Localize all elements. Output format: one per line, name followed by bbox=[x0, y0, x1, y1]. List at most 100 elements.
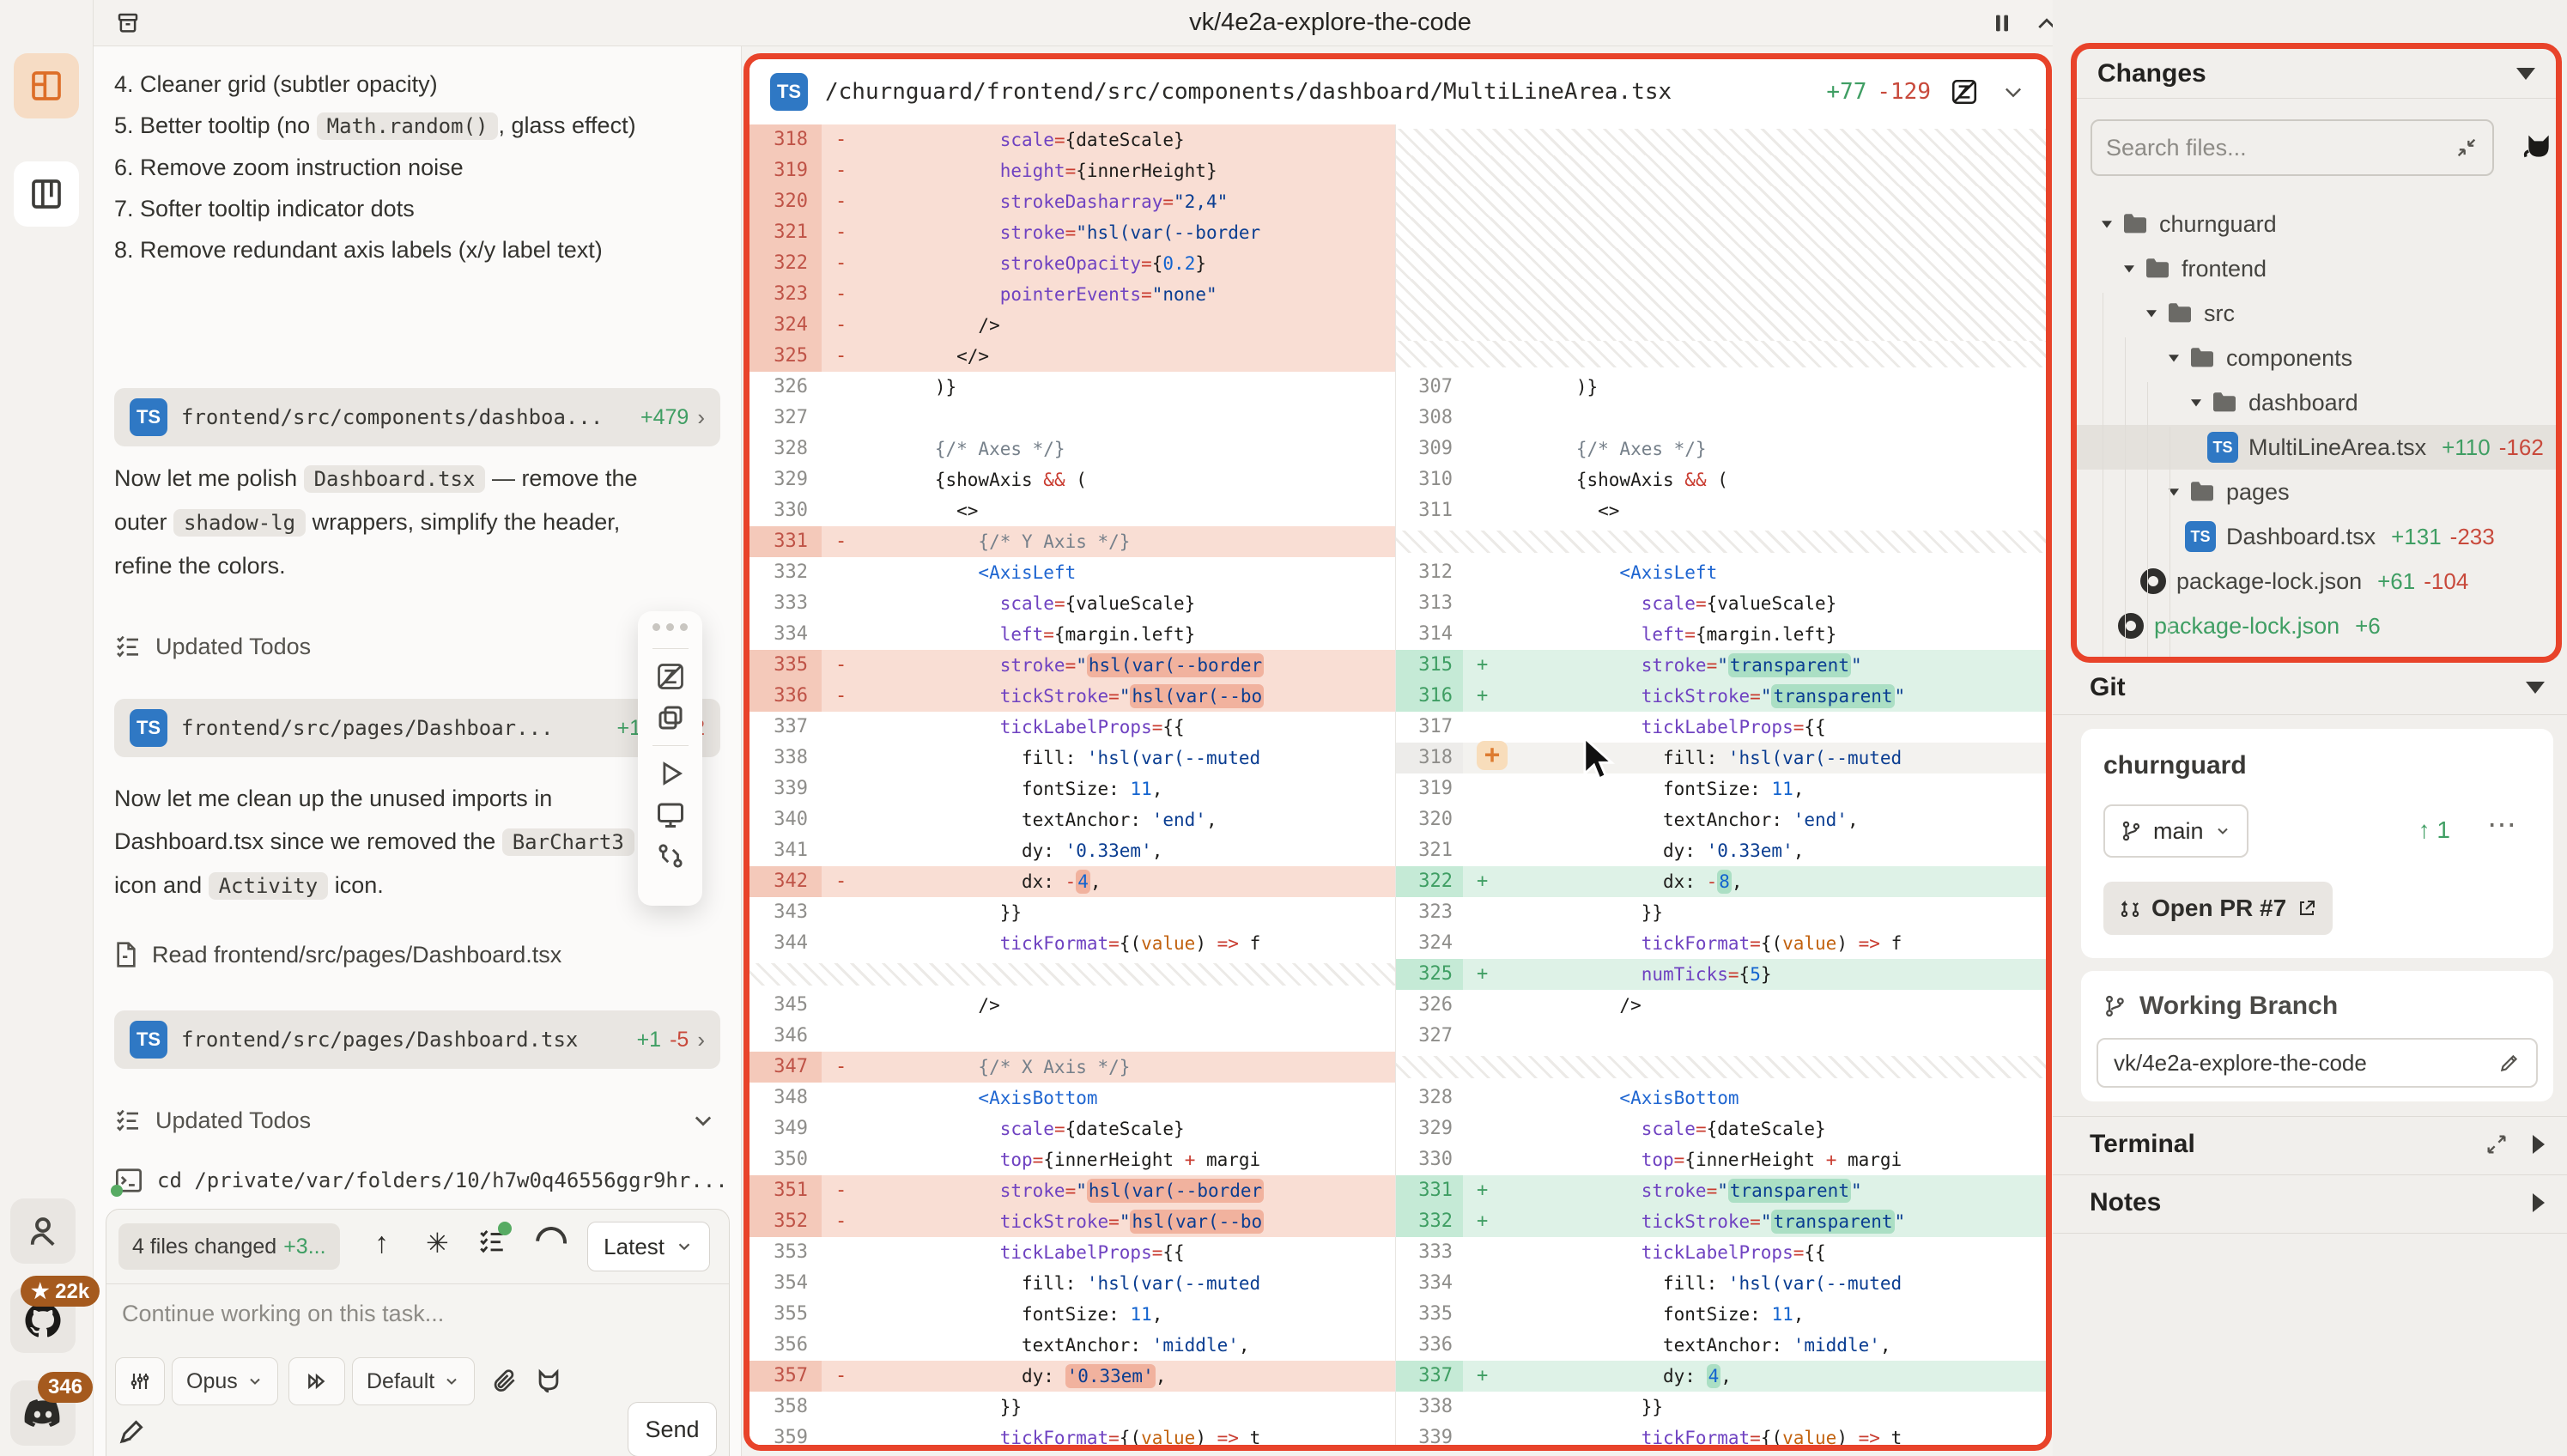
fast-forward-button[interactable] bbox=[288, 1357, 345, 1405]
version-label: Latest bbox=[604, 1234, 665, 1260]
file-change-chip[interactable]: TS frontend/src/pages/Dashboard.tsx +1 -… bbox=[114, 1010, 720, 1069]
expand-icon[interactable] bbox=[2485, 1132, 2509, 1156]
play-icon[interactable] bbox=[652, 753, 689, 794]
branch-dropdown[interactable]: main bbox=[2103, 804, 2248, 858]
mode-dropdown[interactable]: Default bbox=[352, 1357, 475, 1405]
todo-update-row[interactable]: Updated Todos bbox=[114, 633, 311, 660]
caret-down-icon[interactable] bbox=[2096, 216, 2118, 232]
pause-icon[interactable] bbox=[1988, 9, 2016, 37]
diff-row: 324- /> bbox=[749, 310, 1395, 341]
diff-row: 337 tickLabelProps={{ bbox=[749, 712, 1395, 743]
account-button[interactable] bbox=[10, 1198, 76, 1264]
hover-toolbar bbox=[638, 611, 702, 906]
todo-label: Updated Todos bbox=[155, 634, 311, 660]
diff-row: 318+ fill: 'hsl(var(--muted bbox=[1396, 743, 2046, 774]
tree-folder-churnguard[interactable]: churnguard bbox=[2077, 202, 2556, 246]
terminal-section[interactable]: Terminal bbox=[2090, 1130, 2545, 1159]
files-added-count: +3... bbox=[283, 1235, 325, 1259]
section-collapse-icon[interactable] bbox=[2526, 682, 2545, 694]
collapse-tree-icon[interactable] bbox=[2455, 136, 2479, 160]
caret-down-icon[interactable] bbox=[2118, 261, 2140, 276]
section-expand-icon[interactable] bbox=[2533, 1135, 2545, 1154]
drag-handle-icon[interactable] bbox=[652, 623, 688, 631]
diff-row: 324 tickFormat={(value) => f bbox=[1396, 928, 2046, 959]
tree-folder-components[interactable]: components bbox=[2077, 336, 2556, 380]
diff-row: 318- scale={dateScale} bbox=[749, 124, 1395, 155]
tree-folder-pages[interactable]: pages bbox=[2077, 470, 2556, 514]
file-change-chip[interactable]: TS frontend/src/components/dashboa... +4… bbox=[114, 388, 720, 446]
tree-folder-dashboard[interactable]: dashboard bbox=[2077, 380, 2556, 425]
layout-panel-button[interactable] bbox=[14, 53, 79, 118]
diff-row: 339 fontSize: 11, bbox=[749, 774, 1395, 804]
github-stars-badge: ★ 22k bbox=[21, 1276, 100, 1307]
todo-update-row[interactable]: Updated Todos bbox=[114, 1107, 715, 1134]
notes-section[interactable]: Notes bbox=[2090, 1188, 2545, 1217]
tree-file[interactable]: TSMultiLineArea.tsx+110-162 bbox=[2077, 425, 2556, 470]
attachment-icon[interactable] bbox=[491, 1366, 519, 1395]
diff-row: 325- </> bbox=[749, 341, 1395, 372]
divider bbox=[652, 648, 689, 649]
diff-row: 357- dy: '0.33em', bbox=[749, 1361, 1395, 1392]
status-dot bbox=[111, 1185, 123, 1197]
copy-icon[interactable] bbox=[652, 697, 689, 738]
diff-row: 320- strokeDasharray="2,4" bbox=[749, 186, 1395, 217]
caret-down-icon[interactable] bbox=[2163, 484, 2185, 500]
tree-file[interactable]: TSDashboard.tsx+131-233 bbox=[2077, 514, 2556, 559]
message-input[interactable]: Continue working on this task... bbox=[122, 1301, 444, 1327]
diff-row: 359 tickFormat={(value) => t bbox=[749, 1423, 1395, 1445]
diff-row: 352- tickStroke="hsl(var(--bo bbox=[749, 1206, 1395, 1237]
monitor-icon[interactable] bbox=[652, 794, 689, 835]
todos-icon[interactable] bbox=[477, 1227, 507, 1256]
file-search-input[interactable]: Search files... bbox=[2091, 119, 2494, 176]
todo-label: Updated Todos bbox=[155, 1107, 311, 1134]
file-change-chip[interactable]: TS frontend/src/pages/Dashboar... +130 -… bbox=[114, 699, 720, 757]
section-expand-icon[interactable] bbox=[2533, 1193, 2545, 1212]
send-button[interactable]: Send bbox=[628, 1402, 717, 1456]
working-branch-input[interactable]: vk/4e2a-explore-the-code bbox=[2097, 1038, 2538, 1088]
search-placeholder: Search files... bbox=[2106, 135, 2247, 161]
settings-sliders-button[interactable] bbox=[115, 1357, 165, 1405]
cat-icon[interactable] bbox=[2521, 128, 2556, 166]
tree-folder-frontend[interactable]: frontend bbox=[2077, 246, 2556, 291]
cat-icon[interactable] bbox=[534, 1366, 563, 1395]
chevron-right-icon: › bbox=[697, 1027, 705, 1053]
collapse-chevron-icon[interactable] bbox=[2001, 80, 2025, 104]
terminal-title: Terminal bbox=[2090, 1130, 2195, 1159]
section-collapse-icon[interactable] bbox=[2516, 68, 2535, 80]
caret-down-icon[interactable] bbox=[2140, 306, 2163, 321]
archive-box-icon[interactable] bbox=[114, 9, 142, 37]
files-changed-chip[interactable]: 4 files changed +3... bbox=[118, 1223, 340, 1270]
tree-file[interactable]: package-lock.json+6 bbox=[2077, 604, 2556, 648]
more-menu-icon[interactable]: ⋯ bbox=[2487, 808, 2519, 842]
folder-icon bbox=[2166, 302, 2194, 325]
caret-down-icon[interactable] bbox=[2163, 350, 2185, 366]
open-pr-button[interactable]: Open PR #7 bbox=[2103, 882, 2333, 935]
sparkle-icon[interactable]: ✳ bbox=[426, 1227, 449, 1259]
tree-folder-src[interactable]: src bbox=[2077, 291, 2556, 336]
caret-down-icon[interactable] bbox=[2185, 395, 2207, 410]
scribble-icon[interactable] bbox=[117, 1416, 148, 1447]
version-dropdown[interactable]: Latest bbox=[587, 1222, 710, 1271]
diff-row: 313 scale={valueScale} bbox=[1396, 588, 2046, 619]
diff-row: 307 )} bbox=[1396, 372, 2046, 403]
diff-row: 316+ tickStroke="transparent" bbox=[1396, 681, 2046, 712]
tree-file[interactable]: package-lock.json+61-104 bbox=[2077, 559, 2556, 604]
edit-z-icon[interactable] bbox=[652, 656, 689, 697]
add-comment-button[interactable]: + bbox=[1477, 741, 1508, 770]
diff-row: 333 scale={valueScale} bbox=[749, 588, 1395, 619]
indent-guide bbox=[2147, 382, 2148, 663]
assistant-list: 4. Cleaner grid (subtler opacity)5. Bett… bbox=[114, 64, 648, 270]
git-compare-icon[interactable] bbox=[652, 835, 689, 877]
scroll-up-icon[interactable]: ↑ bbox=[374, 1227, 389, 1260]
chevron-down-icon[interactable] bbox=[691, 1108, 715, 1132]
model-dropdown[interactable]: Opus bbox=[172, 1357, 278, 1405]
ts-file-icon: TS bbox=[770, 73, 808, 111]
kanban-board-button[interactable] bbox=[14, 161, 79, 227]
added-count: +131 bbox=[2391, 524, 2442, 550]
terminal-command-row[interactable]: cd /private/var/folders/10/h7w0q46556ggr… bbox=[114, 1168, 728, 1193]
left-rail: ★ 22k 346 bbox=[0, 0, 94, 1456]
added-count: +61 bbox=[2377, 568, 2415, 595]
edit-z-icon[interactable] bbox=[1950, 77, 1979, 106]
edit-pencil-icon[interactable] bbox=[2498, 1052, 2521, 1074]
read-file-row[interactable]: Read frontend/src/pages/Dashboard.tsx bbox=[114, 941, 561, 968]
